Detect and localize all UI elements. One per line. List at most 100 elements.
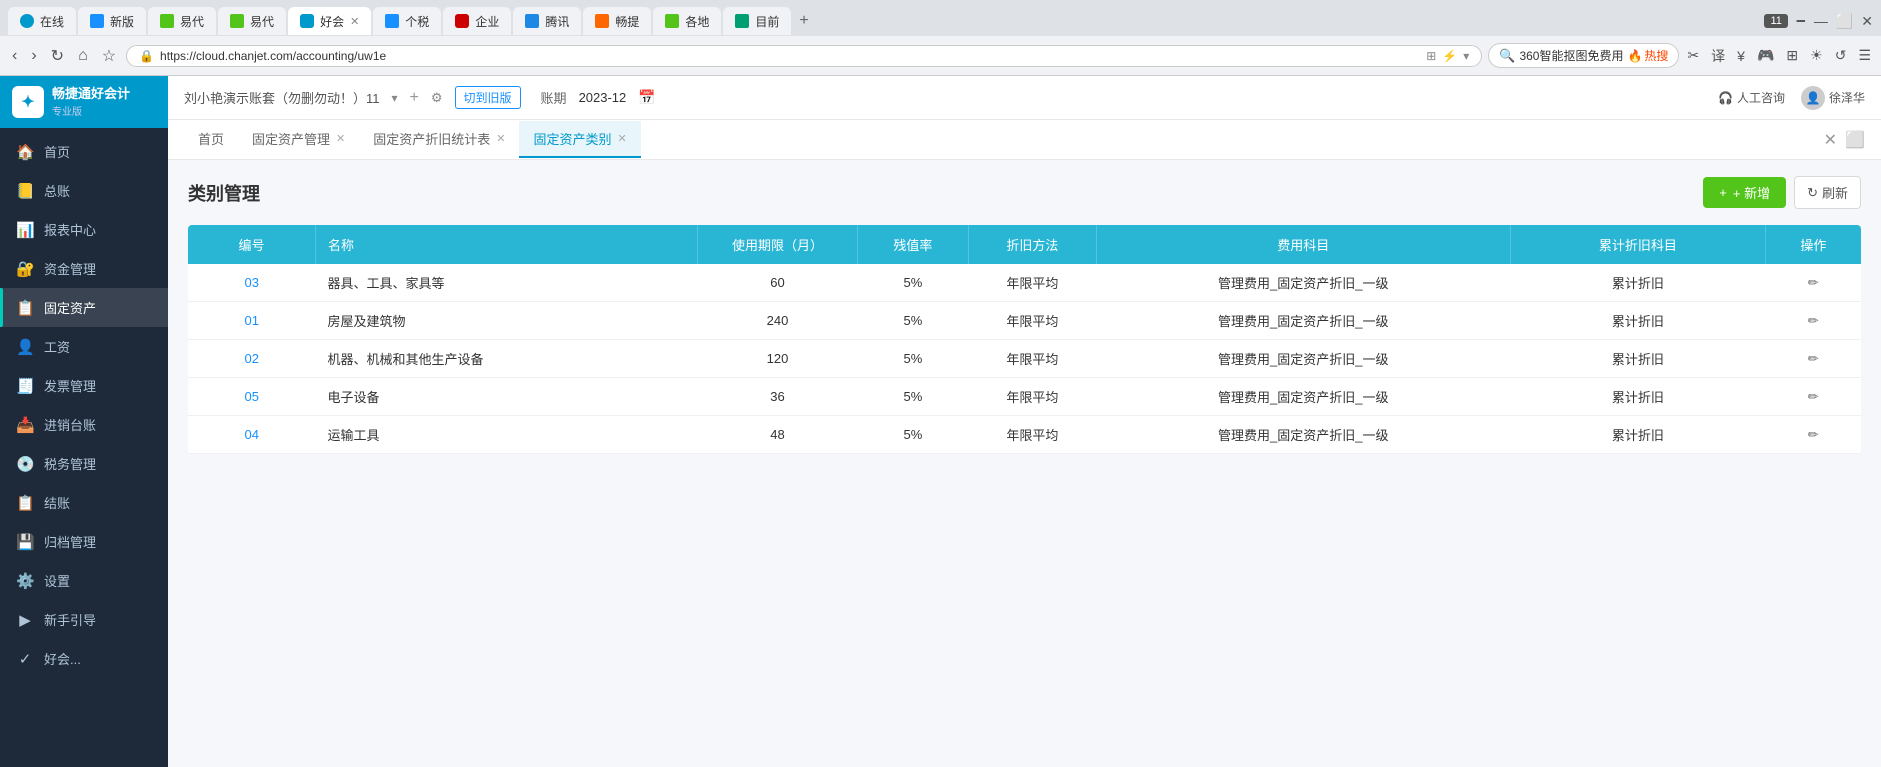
sidebar-item-report[interactable]: 📊 报表中心 [0, 210, 168, 249]
row-action: ✏ [1765, 416, 1861, 454]
page-tab-category-close[interactable]: ✕ [618, 132, 627, 145]
sidebar-item-salary[interactable]: 👤 工资 [0, 327, 168, 366]
scissors-icon[interactable]: ✂ [1685, 45, 1701, 66]
forward-button[interactable]: › [27, 45, 40, 67]
page-tab-asset-mgmt[interactable]: 固定资产管理 ✕ [238, 121, 359, 158]
browser-tab-6[interactable]: 个税 [373, 7, 441, 35]
row-residual: 5% [857, 302, 969, 340]
brightness-icon[interactable]: ☀ [1808, 45, 1825, 66]
sidebar-item-tax[interactable]: 💿 税务管理 [0, 444, 168, 483]
calendar-icon[interactable]: 📅 [638, 89, 655, 106]
boost-icon[interactable]: ⚡ [1442, 49, 1457, 63]
address-dropdown-icon[interactable]: ▾ [1463, 49, 1469, 63]
page-tab-category[interactable]: 固定资产类别 ✕ [519, 121, 640, 158]
page-tab-controls: ✕ ⬜ [1824, 130, 1865, 150]
home-button[interactable]: ⌂ [74, 45, 92, 67]
tab-close-5[interactable]: ✕ [350, 15, 359, 28]
row-accumulated: 累计折旧 [1510, 264, 1765, 302]
translate-icon[interactable]: 译 [1709, 44, 1727, 68]
sidebar-item-stock[interactable]: 📥 进销台账 [0, 405, 168, 444]
page-tab-home[interactable]: 首页 [184, 121, 238, 158]
tab-label-11: 目前 [755, 13, 779, 30]
sidebar-app-title: 畅捷通好会计 专业版 [52, 86, 130, 118]
user-avatar-area[interactable]: 👤 徐泽华 [1801, 86, 1865, 110]
page-tab-depreciation-label: 固定资产折旧统计表 [373, 129, 490, 148]
sidebar-item-ledger[interactable]: 📒 总账 [0, 171, 168, 210]
sidebar-item-invoice[interactable]: 🧾 发票管理 [0, 366, 168, 405]
edit-button[interactable]: ✏ [1808, 351, 1819, 367]
expand-panel-button[interactable]: ⬜ [1845, 130, 1865, 150]
sidebar-item-settle[interactable]: 📋 结账 [0, 483, 168, 522]
sidebar-label-report: 报表中心 [44, 220, 96, 239]
browser-tab-5[interactable]: 好会 ✕ [288, 7, 371, 35]
add-icon: + [1719, 185, 1727, 200]
page-tab-depreciation-close[interactable]: ✕ [496, 132, 505, 145]
browser-tab-7[interactable]: 企业 [443, 7, 511, 35]
row-name: 机器、机械和其他生产设备 [315, 340, 697, 378]
back-button[interactable]: ‹ [8, 45, 21, 67]
site-info-icon[interactable]: ⊞ [1426, 49, 1436, 63]
reload-button[interactable]: ↻ [47, 44, 68, 68]
invoice-icon: 🧾 [16, 377, 34, 395]
user-name: 徐泽华 [1829, 89, 1865, 106]
dropdown-icon[interactable]: ▾ [392, 91, 398, 105]
refresh-button[interactable]: ↻ 刷新 [1794, 176, 1861, 209]
sidebar-item-settings[interactable]: ⚙️ 设置 [0, 561, 168, 600]
salary-icon: 👤 [16, 338, 34, 356]
sidebar-item-archive[interactable]: 💾 归档管理 [0, 522, 168, 561]
tab-label-5: 好会 [320, 13, 344, 30]
switch-version-button[interactable]: 切到旧版 [455, 86, 521, 109]
browser-tab-9[interactable]: 畅提 [583, 7, 651, 35]
add-button[interactable]: + + 新增 [1703, 177, 1786, 208]
browser-tab-1[interactable]: 在线 [8, 7, 76, 35]
sidebar-item-fund[interactable]: 🔐 资金管理 [0, 249, 168, 288]
title-actions: + + 新增 ↻ 刷新 [1703, 176, 1861, 209]
table-row: 04 运输工具 48 5% 年限平均 管理费用_固定资产折旧_一级 累计折旧 ✏ [188, 416, 1861, 454]
sidebar-label-guide: 新手引导 [44, 610, 96, 629]
wallet-icon[interactable]: ¥ [1735, 46, 1747, 66]
new-tab-button[interactable]: + [793, 12, 814, 30]
undo-icon[interactable]: ↺ [1833, 45, 1849, 66]
bookmark-button[interactable]: ☆ [98, 44, 120, 68]
row-residual: 5% [857, 416, 969, 454]
sidebar-item-guide[interactable]: ▶ 新手引导 [0, 600, 168, 639]
edit-button[interactable]: ✏ [1808, 389, 1819, 405]
main-area: 刘小艳演示账套（勿删勿动！）11 ▾ + ⚙ 切到旧版 账期 2023-12 📅… [168, 76, 1881, 767]
col-method: 折旧方法 [969, 225, 1096, 264]
browser-toolbar-icons: ✂ 译 ¥ 🎮 ⊞ ☀ ↺ ☰ [1685, 44, 1873, 68]
window-minimize-icon[interactable]: — [1814, 13, 1828, 29]
window-close-icon[interactable]: ✕ [1861, 13, 1873, 30]
close-panel-button[interactable]: ✕ [1824, 130, 1837, 150]
browser-tab-10[interactable]: 各地 [653, 7, 721, 35]
browser-tab-2[interactable]: 新版 [78, 7, 146, 35]
sidebar-label-settings: 设置 [44, 571, 70, 590]
row-name: 房屋及建筑物 [315, 302, 697, 340]
browser-tab-3[interactable]: 易代 [148, 7, 216, 35]
edit-button[interactable]: ✏ [1808, 427, 1819, 443]
page-tab-asset-mgmt-close[interactable]: ✕ [336, 132, 345, 145]
browser-tab-8[interactable]: 腾讯 [513, 7, 581, 35]
tab-restore-icon[interactable]: 🗕 [1796, 9, 1806, 33]
grid-icon[interactable]: ⊞ [1784, 45, 1800, 66]
page-tab-depreciation[interactable]: 固定资产折旧统计表 ✕ [359, 121, 519, 158]
row-accumulated: 累计折旧 [1510, 378, 1765, 416]
row-residual: 5% [857, 264, 969, 302]
service-button[interactable]: 🎧 人工咨询 [1718, 89, 1785, 106]
window-maximize-icon[interactable]: ⬜ [1836, 13, 1853, 30]
browser-tab-4[interactable]: 易代 [218, 7, 286, 35]
address-bar[interactable]: 🔒 https://cloud.chanjet.com/accounting/u… [126, 45, 1482, 67]
game-icon[interactable]: 🎮 [1755, 45, 1776, 66]
table-header: 编号 名称 使用期限（月） 残值率 折旧方法 费用科目 累计折旧科目 操作 [188, 225, 1861, 264]
edit-button[interactable]: ✏ [1808, 313, 1819, 329]
browser-tab-11[interactable]: 目前 [723, 7, 791, 35]
row-period: 120 [698, 340, 857, 378]
tab-favicon-6 [385, 14, 399, 28]
add-account-button[interactable]: + [410, 89, 419, 107]
settings-cog-button[interactable]: ⚙ [431, 90, 443, 106]
sidebar-item-asset[interactable]: 📋 固定资产 [0, 288, 168, 327]
edit-button[interactable]: ✏ [1808, 275, 1819, 291]
search-box[interactable]: 🔍 360智能抠图免费用 🔥 热搜 [1488, 43, 1679, 68]
menu-icon[interactable]: ☰ [1856, 45, 1873, 66]
sidebar-item-home[interactable]: 🏠 首页 [0, 132, 168, 171]
sidebar-item-more[interactable]: ✓ 好会... [0, 639, 168, 678]
